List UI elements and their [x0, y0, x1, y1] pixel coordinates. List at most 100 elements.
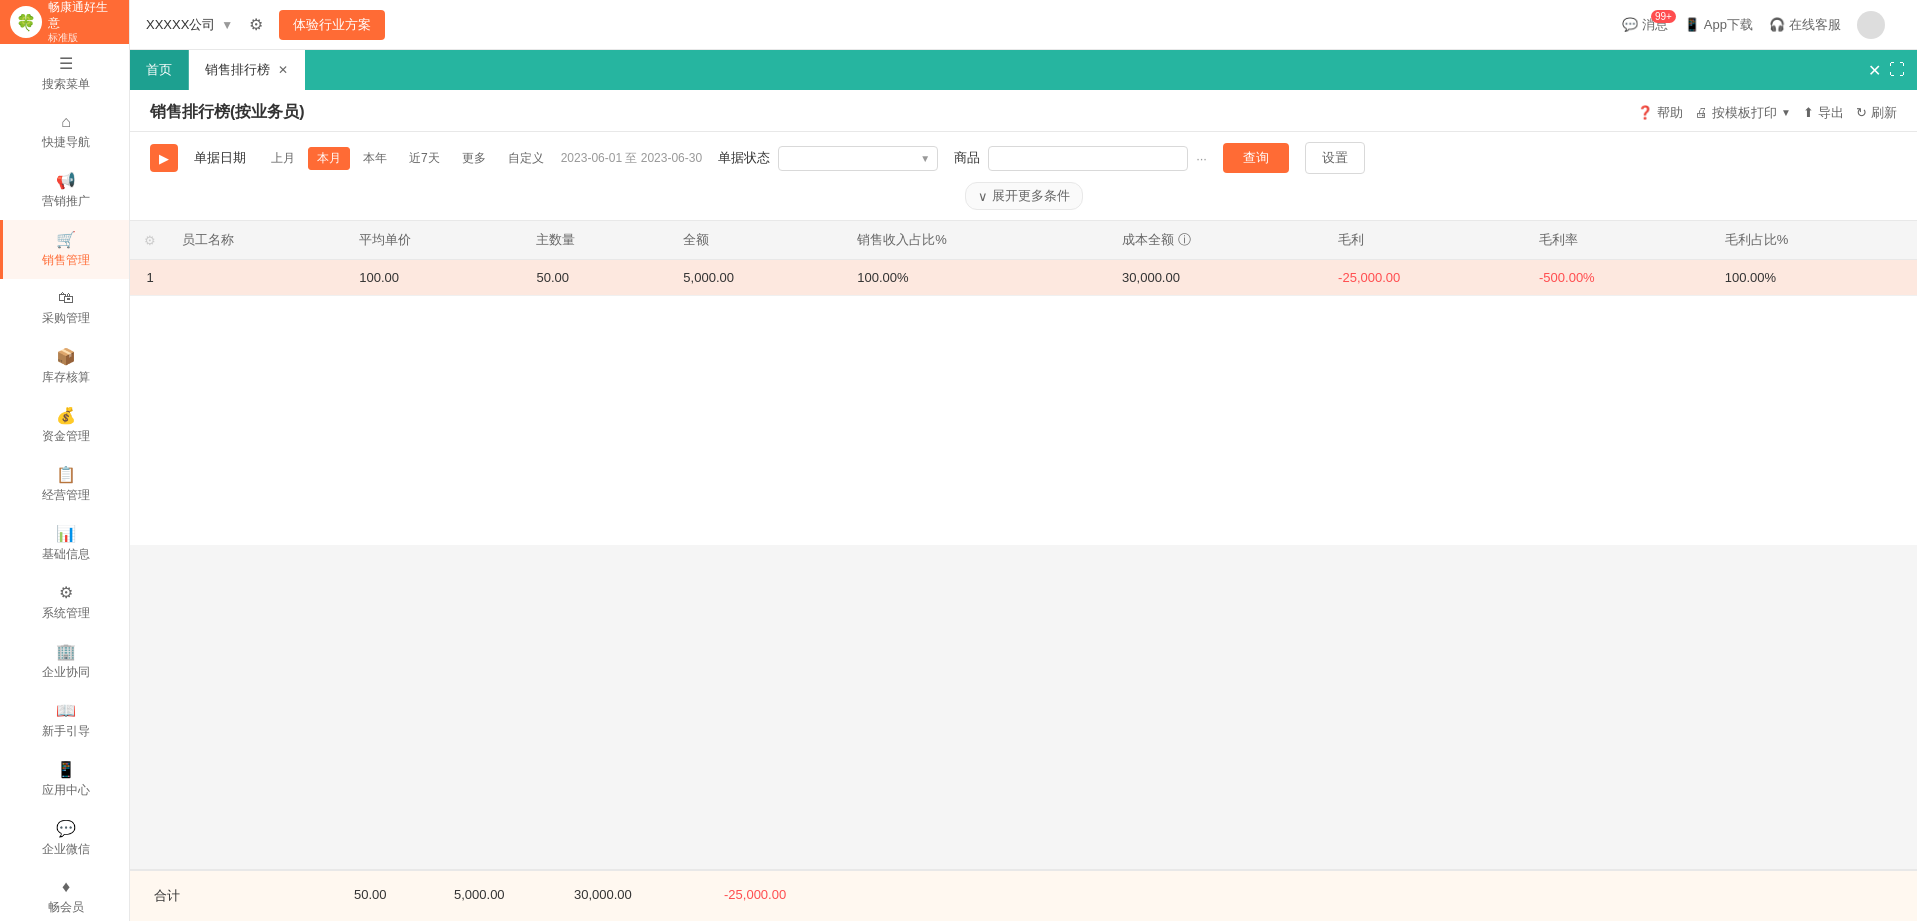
th-cost: 成本全额 ⓘ [1110, 221, 1326, 260]
member-icon: ♦ [62, 878, 70, 896]
status-select[interactable] [778, 146, 938, 171]
sidebar-item-quick-nav[interactable]: ⌂ 快捷导航 [0, 103, 129, 161]
sales-ranking-table: ⚙ 员工名称 平均单价 主数量 全额 销售收入占比% 成本全额 ⓘ 毛利 毛利率… [130, 221, 1917, 296]
settings-button[interactable]: 设置 [1305, 142, 1365, 174]
sidebar-item-operation[interactable]: 📋 经营管理 [0, 455, 129, 514]
sidebar-label: 资金管理 [42, 428, 90, 445]
company-selector[interactable]: XXXXX公司 ▼ [146, 16, 233, 34]
footer-gross-profit: -25,000.00 [712, 881, 832, 911]
wechat-icon: 💬 [56, 819, 76, 838]
cell-gross-profit: -25,000.00 [1326, 260, 1527, 296]
footer-total-label: 合计 [142, 881, 342, 911]
app-download-button[interactable]: 📱 App下载 [1684, 16, 1753, 34]
sidebar-item-search-order[interactable]: ☰ 搜索菜单 [0, 44, 129, 103]
sidebar-item-finance[interactable]: 💰 资金管理 [0, 396, 129, 455]
online-service-button[interactable]: 🎧 在线客服 [1769, 16, 1841, 34]
sidebar-item-marketing[interactable]: 📢 营销推广 [0, 161, 129, 220]
sidebar-item-member[interactable]: ♦ 畅会员 [0, 868, 129, 921]
date-btn-last-7-days[interactable]: 近7天 [400, 147, 449, 170]
filter-toggle-button[interactable]: ▶ [150, 144, 178, 172]
expand-label: 展开更多条件 [992, 187, 1070, 205]
sidebar-label: 销售管理 [42, 252, 90, 269]
header-settings-icon[interactable]: ⚙ [249, 15, 263, 34]
table-row: 1 100.00 50.00 5,000.00 100.00% 30,000.0… [130, 260, 1917, 296]
help-icon: ❓ [1637, 105, 1653, 120]
table-header-row: ⚙ 员工名称 平均单价 主数量 全额 销售收入占比% 成本全额 ⓘ 毛利 毛利率… [130, 221, 1917, 260]
system-icon: ⚙ [59, 583, 73, 602]
template-print-button[interactable]: 🖨 按模板打印 ▼ [1695, 104, 1791, 122]
industry-button[interactable]: 体验行业方案 [279, 10, 385, 40]
sidebar-item-enterprise[interactable]: 🏢 企业协同 [0, 632, 129, 691]
chevron-down-expand-icon: ∨ [978, 189, 988, 204]
top-header: XXXXX公司 ▼ ⚙ 体验行业方案 💬 消息 99+ 📱 App下载 🎧 在线… [130, 0, 1917, 50]
message-icon: 💬 [1622, 17, 1638, 32]
date-btn-this-year[interactable]: 本年 [354, 147, 396, 170]
export-button[interactable]: ⬆ 导出 [1803, 104, 1844, 122]
sidebar-label: 库存核算 [42, 369, 90, 386]
expand-row: ∨ 展开更多条件 [150, 182, 1897, 210]
date-range-display: 2023-06-01 至 2023-06-30 [561, 150, 702, 167]
basic-info-icon: 📊 [56, 524, 76, 543]
sidebar-label: 应用中心 [42, 782, 90, 799]
tab-close-icon[interactable]: ✕ [278, 63, 288, 77]
goods-more-icon[interactable]: ··· [1196, 151, 1207, 166]
sidebar-item-basic-info[interactable]: 📊 基础信息 [0, 514, 129, 573]
sidebar-label: 新手引导 [42, 723, 90, 740]
goods-filter-group: 商品 ··· [954, 146, 1207, 171]
expand-conditions-button[interactable]: ∨ 展开更多条件 [965, 182, 1083, 210]
cell-gross-rate: -500.00% [1527, 260, 1713, 296]
column-settings-icon[interactable]: ⚙ [144, 233, 156, 248]
sidebar-label: 系统管理 [42, 605, 90, 622]
enterprise-icon: 🏢 [56, 642, 76, 661]
cell-rank: 1 [130, 260, 170, 296]
message-button[interactable]: 💬 消息 99+ [1622, 16, 1668, 34]
sales-ranking-tab-label: 销售排行榜 [205, 61, 270, 79]
sidebar-item-system[interactable]: ⚙ 系统管理 [0, 573, 129, 632]
date-btn-custom[interactable]: 自定义 [499, 147, 553, 170]
goods-input[interactable] [988, 146, 1188, 171]
th-settings: ⚙ [130, 221, 170, 260]
app-download-label: App下载 [1704, 16, 1753, 34]
content-area: 销售排行榜(按业务员) ❓ 帮助 🖨 按模板打印 ▼ ⬆ 导出 ↻ 刷新 [130, 90, 1917, 921]
chevron-down-icon: ▼ [221, 18, 233, 32]
date-btn-this-month[interactable]: 本月 [308, 147, 350, 170]
status-label: 单据状态 [718, 149, 770, 167]
tab-bar-right: ✕ ⛶ [1868, 61, 1917, 80]
sales-icon: 🛒 [56, 230, 76, 249]
phone-icon: 📱 [1684, 17, 1700, 32]
sidebar-logo: 🍀 畅康通好生意 标准版 [0, 0, 129, 44]
export-icon: ⬆ [1803, 105, 1814, 120]
tab-home[interactable]: 首页 [130, 50, 189, 90]
page-header: 销售排行榜(按业务员) ❓ 帮助 🖨 按模板打印 ▼ ⬆ 导出 ↻ 刷新 [130, 90, 1917, 132]
guide-icon: 📖 [56, 701, 76, 720]
tab-close-all-icon[interactable]: ✕ [1868, 61, 1881, 80]
date-buttons: 上月 本月 本年 近7天 更多 自定义 2023-06-01 至 2023-06… [262, 147, 702, 170]
tab-sales-ranking[interactable]: 销售排行榜 ✕ [189, 50, 305, 90]
tab-expand-icon[interactable]: ⛶ [1889, 61, 1905, 79]
date-btn-last-month[interactable]: 上月 [262, 147, 304, 170]
sidebar-item-app-center[interactable]: 📱 应用中心 [0, 750, 129, 809]
menu-icon: ☰ [59, 54, 73, 73]
status-filter-group: 单据状态 [718, 146, 938, 171]
sidebar-item-sales[interactable]: 🛒 销售管理 [0, 220, 129, 279]
sidebar-item-guide[interactable]: 📖 新手引导 [0, 691, 129, 750]
query-button[interactable]: 查询 [1223, 143, 1289, 173]
sidebar-label: 企业微信 [42, 841, 90, 858]
operation-icon: 📋 [56, 465, 76, 484]
footer-cost: 30,000.00 [562, 881, 712, 911]
sidebar-item-wechat[interactable]: 💬 企业微信 [0, 809, 129, 868]
sidebar-item-purchase[interactable]: 🛍 采购管理 [0, 279, 129, 337]
headset-icon: 🎧 [1769, 17, 1785, 32]
cell-gross-pct: 100.00% [1713, 260, 1917, 296]
refresh-label: 刷新 [1871, 104, 1897, 122]
app-center-icon: 📱 [56, 760, 76, 779]
app-sub: 标准版 [48, 31, 119, 44]
help-link[interactable]: ❓ 帮助 [1637, 104, 1683, 122]
sidebar-item-inventory[interactable]: 📦 库存核算 [0, 337, 129, 396]
user-avatar[interactable] [1857, 11, 1885, 39]
date-btn-more[interactable]: 更多 [453, 147, 495, 170]
refresh-button[interactable]: ↻ 刷新 [1856, 104, 1897, 122]
home-tab-label: 首页 [146, 61, 172, 79]
inventory-icon: 📦 [56, 347, 76, 366]
online-service-label: 在线客服 [1789, 16, 1841, 34]
